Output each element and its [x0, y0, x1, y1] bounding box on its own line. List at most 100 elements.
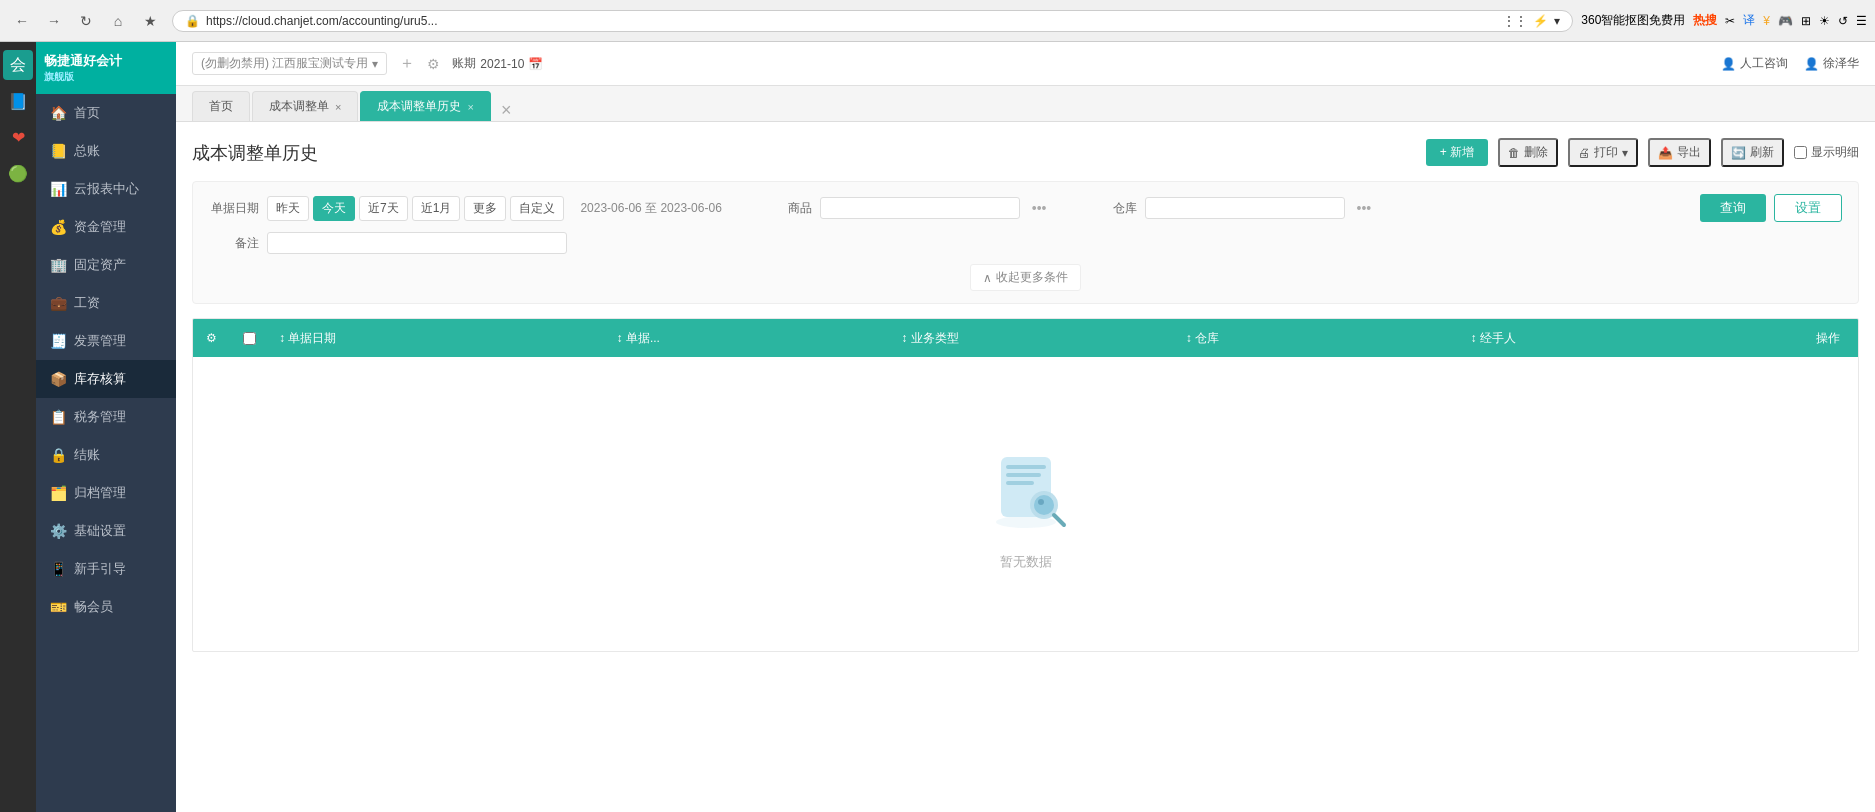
th-date[interactable]: ↕ 单据日期: [269, 330, 607, 347]
add-company-icon[interactable]: ＋: [399, 53, 415, 74]
product-more-icon[interactable]: •••: [1032, 200, 1047, 216]
sidebar-item-fixed-assets[interactable]: 🏢 固定资产: [36, 246, 176, 284]
tab-home-label: 首页: [209, 98, 233, 115]
ledger-icon: 📒: [50, 143, 66, 159]
sidebar-item-settings[interactable]: ⚙️ 基础设置: [36, 512, 176, 550]
svg-rect-2: [1006, 465, 1046, 469]
date-btn-1month[interactable]: 近1月: [412, 196, 461, 221]
sidebar-item-member[interactable]: 🎫 畅会员: [36, 588, 176, 626]
date-btn-group: 昨天 今天 近7天 近1月 更多 自定义: [267, 196, 564, 221]
warehouse-more-icon[interactable]: •••: [1357, 200, 1372, 216]
top-bar-right: 👤 人工咨询 👤 徐泽华: [1721, 55, 1859, 72]
invoice-icon: 🧾: [50, 333, 66, 349]
icon-bar-item2[interactable]: 📘: [3, 86, 33, 116]
remark-input[interactable]: [267, 232, 567, 254]
company-selector[interactable]: (勿删勿禁用) 江西服宝测试专用 ▾: [192, 52, 387, 75]
calendar-icon[interactable]: 📅: [528, 57, 543, 71]
page-header: 成本调整单历史 + 新增 🗑 删除 🖨 打印 ▾ 📤 导出: [192, 138, 1859, 167]
sidebar-item-reports[interactable]: 📊 云报表中心: [36, 170, 176, 208]
th-actions-label: 操作: [1816, 330, 1840, 347]
svg-line-7: [1054, 515, 1064, 525]
table-header: ⚙ ↕ 单据日期 ↕ 单据... ↕ 业务类型 ↕ 仓库: [193, 319, 1858, 357]
date-btn-custom[interactable]: 自定义: [510, 196, 564, 221]
content-area: 成本调整单历史 + 新增 🗑 删除 🖨 打印 ▾ 📤 导出: [176, 122, 1875, 812]
sidebar-nav: 🏠 首页 📒 总账 📊 云报表中心 💰 资金管理 🏢 固定资产 💼 工资: [36, 94, 176, 812]
select-all-checkbox[interactable]: [243, 332, 256, 345]
history-icon: ↺: [1838, 14, 1848, 28]
th-num[interactable]: ↕ 单据...: [607, 330, 892, 347]
icon-bar: 会 📘 ❤ 🟢: [0, 42, 36, 812]
funds-icon: 💰: [50, 219, 66, 235]
th-warehouse[interactable]: ↕ 仓库: [1176, 330, 1461, 347]
print-icon: 🖨: [1578, 146, 1590, 160]
new-btn[interactable]: + 新增: [1426, 139, 1488, 166]
svg-point-8: [1038, 499, 1044, 505]
sidebar-item-home[interactable]: 🏠 首页: [36, 94, 176, 132]
bookmark-button[interactable]: ★: [136, 7, 164, 35]
config-btn[interactable]: 设置: [1774, 194, 1842, 222]
collapse-btn[interactable]: ∧ 收起更多条件: [970, 264, 1081, 291]
company-name: (勿删勿禁用) 江西服宝测试专用: [201, 55, 368, 72]
sidebar-item-inventory[interactable]: 📦 库存核算: [36, 360, 176, 398]
query-btn[interactable]: 查询: [1700, 194, 1766, 222]
home-button[interactable]: ⌂: [104, 7, 132, 35]
export-btn[interactable]: 📤 导出: [1648, 138, 1711, 167]
game-icon: 🎮: [1778, 14, 1793, 28]
icon-bar-item3[interactable]: ❤: [3, 122, 33, 152]
browser-nav-buttons: ← → ↻ ⌂ ★: [8, 7, 164, 35]
refresh-icon: 🔄: [1731, 146, 1746, 160]
sidebar-item-ledger[interactable]: 📒 总账: [36, 132, 176, 170]
date-btn-7days[interactable]: 近7天: [359, 196, 408, 221]
reload-button[interactable]: ↻: [72, 7, 100, 35]
date-btn-today[interactable]: 今天: [313, 196, 355, 221]
remark-filter-label: 备注: [209, 235, 259, 252]
delete-btn[interactable]: 🗑 删除: [1498, 138, 1558, 167]
translate-icon: 译: [1743, 12, 1755, 29]
sidebar-item-invoice[interactable]: 🧾 发票管理: [36, 322, 176, 360]
tab-cost-adjust[interactable]: 成本调整单 ×: [252, 91, 358, 121]
show-detail-checkbox[interactable]: [1794, 146, 1807, 159]
tab-home[interactable]: 首页: [192, 91, 250, 121]
sidebar-item-archive[interactable]: 🗂️ 归档管理: [36, 474, 176, 512]
forward-button[interactable]: →: [40, 7, 68, 35]
th-operator[interactable]: ↕ 经手人: [1460, 330, 1798, 347]
tab-cost-adjust-history[interactable]: 成本调整单历史 ×: [360, 91, 490, 121]
user-btn[interactable]: 👤 徐泽华: [1804, 55, 1859, 72]
filter-section: 单据日期 昨天 今天 近7天 近1月 更多 自定义 2023-06-06 至 2…: [192, 181, 1859, 304]
collapse-up-icon: ∧: [983, 271, 992, 285]
product-input[interactable]: [820, 197, 1020, 219]
th-check[interactable]: [229, 332, 269, 345]
th-type-label: ↕ 业务类型: [901, 330, 958, 347]
date-btn-more[interactable]: 更多: [464, 196, 506, 221]
tab-cost-adjust-label: 成本调整单: [269, 98, 329, 115]
support-btn[interactable]: 👤 人工咨询: [1721, 55, 1788, 72]
back-button[interactable]: ←: [8, 7, 36, 35]
address-bar[interactable]: 🔒 https://cloud.chanjet.com/accounting/u…: [172, 10, 1573, 32]
sidebar-item-payroll[interactable]: 💼 工资: [36, 284, 176, 322]
export-label: 导出: [1677, 144, 1701, 161]
tab-cost-adjust-close[interactable]: ×: [335, 101, 341, 113]
sidebar-item-tax[interactable]: 📋 税务管理: [36, 398, 176, 436]
support-icon: 👤: [1721, 57, 1736, 71]
icon-bar-item4[interactable]: 🟢: [3, 158, 33, 188]
sidebar-item-close[interactable]: 🔒 结账: [36, 436, 176, 474]
tab-cost-adjust-history-close[interactable]: ×: [467, 101, 473, 113]
date-filter-label: 单据日期: [209, 200, 259, 217]
close-all-tabs-btn[interactable]: ×: [493, 100, 520, 121]
url-text: https://cloud.chanjet.com/accounting/uru…: [206, 14, 437, 28]
date-btn-yesterday[interactable]: 昨天: [267, 196, 309, 221]
th-warehouse-label: ↕ 仓库: [1186, 330, 1219, 347]
print-btn[interactable]: 🖨 打印 ▾: [1568, 138, 1638, 167]
browser-chrome: ← → ↻ ⌂ ★ 🔒 https://cloud.chanjet.com/ac…: [0, 0, 1875, 42]
settings-gear-icon[interactable]: ⚙: [427, 56, 440, 72]
icon-bar-accounting[interactable]: 会: [3, 50, 33, 80]
th-settings[interactable]: ⚙: [193, 331, 229, 345]
th-num-label: ↕ 单据...: [617, 330, 660, 347]
warehouse-input[interactable]: [1145, 197, 1345, 219]
th-type[interactable]: ↕ 业务类型: [891, 330, 1176, 347]
sidebar-item-funds[interactable]: 💰 资金管理: [36, 208, 176, 246]
empty-state: 暂无数据: [193, 357, 1858, 651]
refresh-btn[interactable]: 🔄 刷新: [1721, 138, 1784, 167]
browser-toolbar-right: 360智能抠图免费用 热搜 ✂ 译 ¥ 🎮 ⊞ ☀ ↺ ☰: [1581, 12, 1867, 29]
sidebar-item-guide[interactable]: 📱 新手引导: [36, 550, 176, 588]
